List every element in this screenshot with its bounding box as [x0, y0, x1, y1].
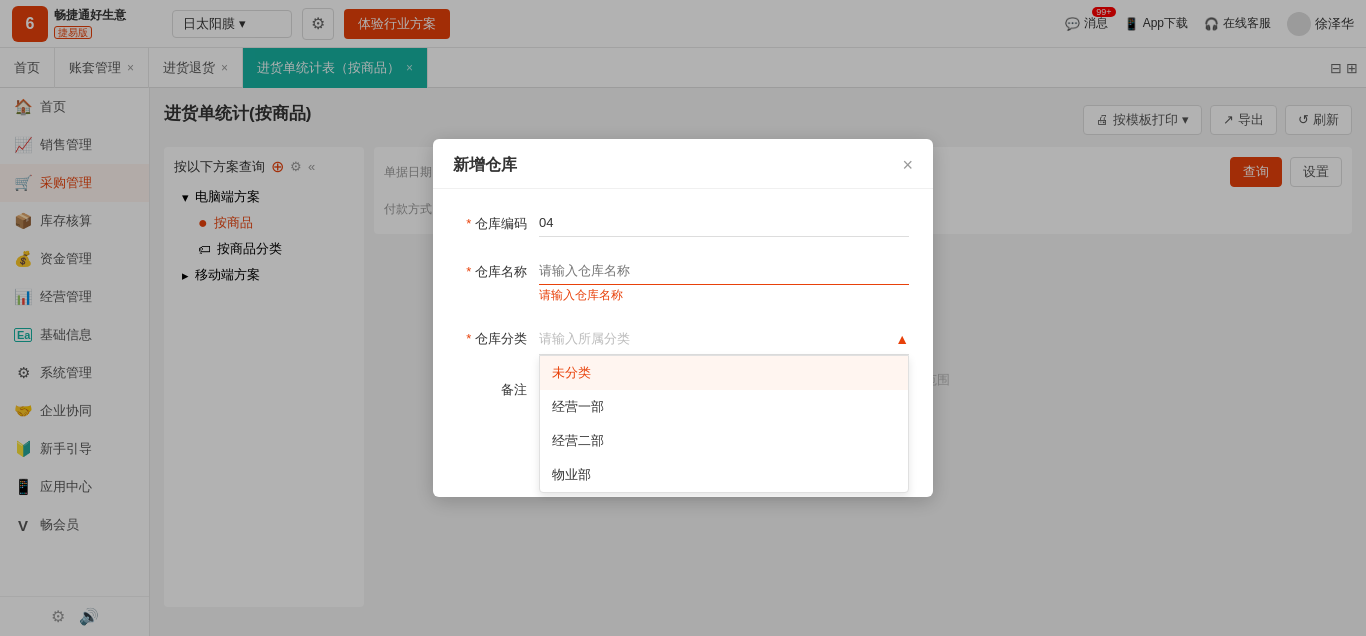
warehouse-category-select[interactable]: 请输入所属分类 ▲: [539, 324, 909, 355]
warehouse-name-input[interactable]: [539, 257, 909, 285]
warehouse-name-label: 仓库名称: [457, 257, 527, 281]
dropdown-item-property[interactable]: 物业部: [540, 458, 908, 492]
warehouse-name-row: 仓库名称 请输入仓库名称: [457, 257, 909, 304]
warehouse-code-row: 仓库编码: [457, 209, 909, 237]
category-arrow-icon: ▲: [895, 331, 909, 347]
warehouse-name-field: 请输入仓库名称: [539, 257, 909, 304]
dropdown-item-dept2[interactable]: 经营二部: [540, 424, 908, 458]
modal-body: 仓库编码 仓库名称 请输入仓库名称 仓库分类 请输入所属分类: [433, 189, 933, 443]
modal-header: 新增仓库 ×: [433, 139, 933, 189]
warehouse-name-error: 请输入仓库名称: [539, 287, 909, 304]
dropdown-item-uncategorized[interactable]: 未分类: [540, 356, 908, 390]
remark-label: 备注: [457, 375, 527, 399]
modal-overlay: 新增仓库 × 仓库编码 仓库名称 请输入仓库名称 仓库分类: [0, 0, 1366, 636]
category-placeholder: 请输入所属分类: [539, 330, 630, 348]
warehouse-category-field: 请输入所属分类 ▲ 未分类 经营一部 经营二部 物业部: [539, 324, 909, 355]
category-dropdown-list: 未分类 经营一部 经营二部 物业部: [539, 355, 909, 493]
warehouse-code-input[interactable]: [539, 209, 909, 237]
add-warehouse-modal: 新增仓库 × 仓库编码 仓库名称 请输入仓库名称 仓库分类: [433, 139, 933, 497]
dropdown-item-dept1[interactable]: 经营一部: [540, 390, 908, 424]
warehouse-category-label: 仓库分类: [457, 324, 527, 348]
modal-close-button[interactable]: ×: [902, 155, 913, 176]
warehouse-code-label: 仓库编码: [457, 209, 527, 233]
warehouse-category-row: 仓库分类 请输入所属分类 ▲ 未分类 经营一部 经营二部 物业部: [457, 324, 909, 355]
modal-title: 新增仓库: [453, 155, 517, 176]
warehouse-code-field: [539, 209, 909, 237]
